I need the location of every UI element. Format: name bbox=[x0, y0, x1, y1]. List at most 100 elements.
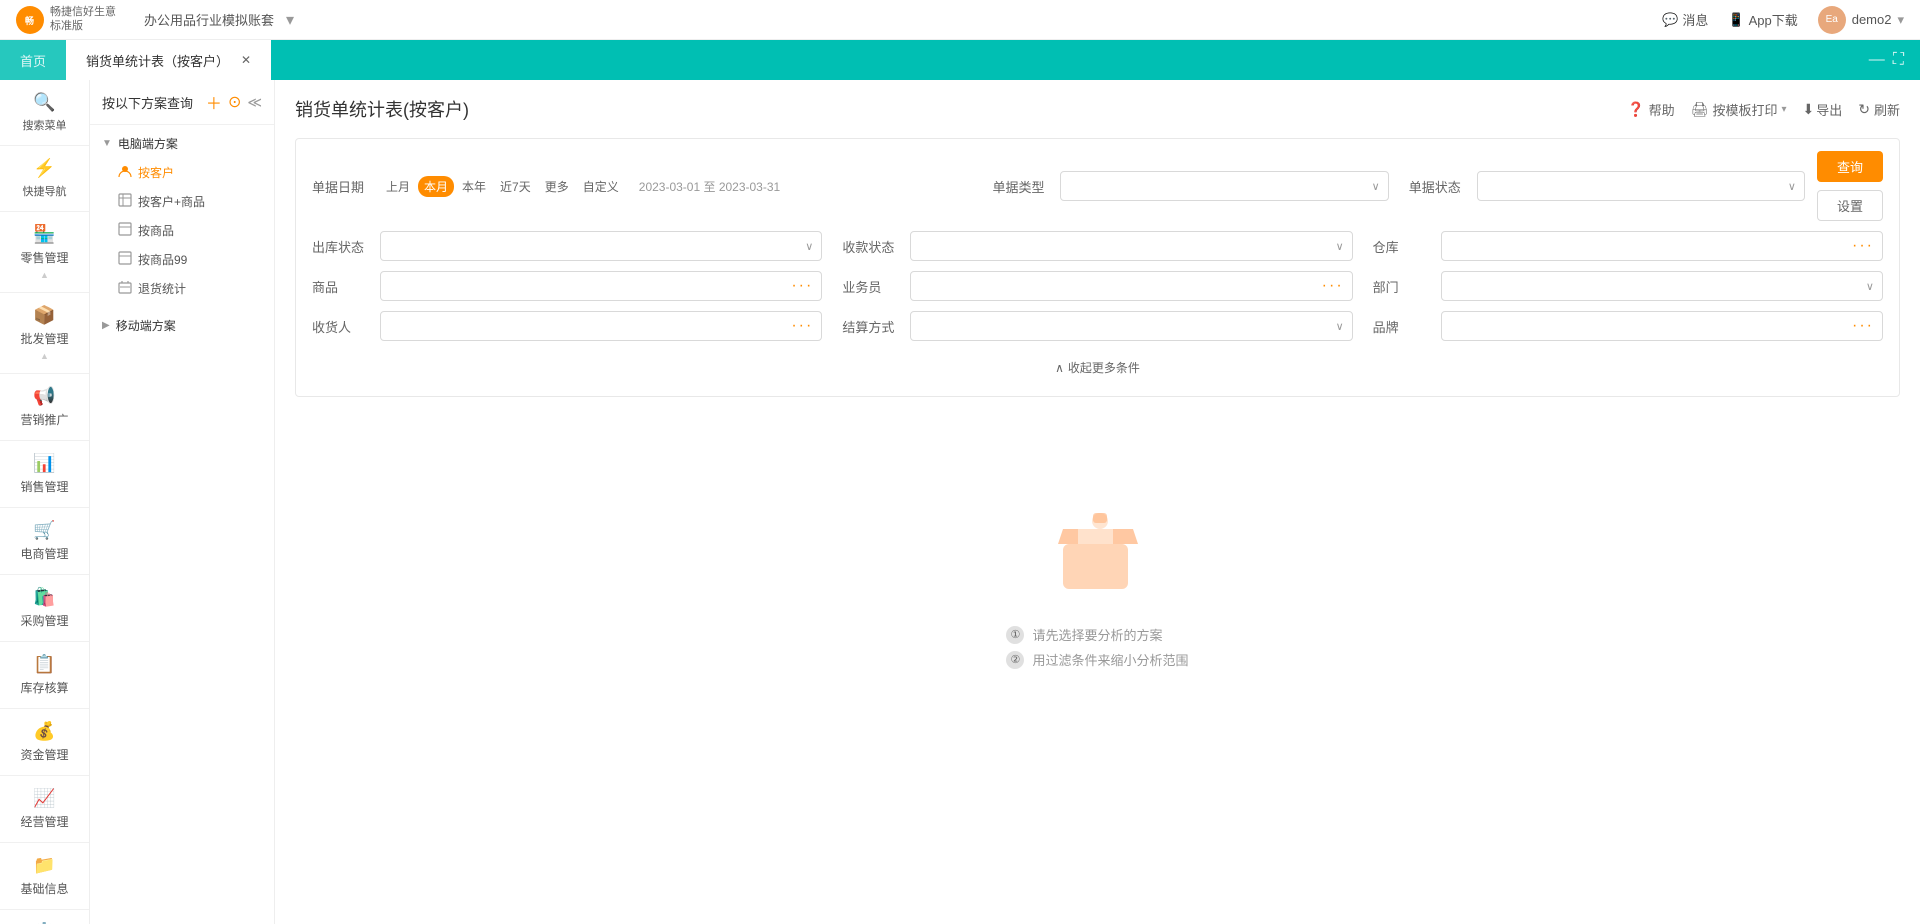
message-button[interactable]: 💬 消息 bbox=[1662, 10, 1708, 29]
marketing-label: 营销推广 bbox=[20, 411, 68, 428]
sidebar-item-operations[interactable]: 📈 经营管理 bbox=[0, 776, 89, 843]
date-tab-more[interactable]: 更多 bbox=[539, 176, 575, 197]
quick-nav-icon: ⚡ bbox=[33, 158, 55, 179]
tab-home[interactable]: 首页 bbox=[0, 40, 66, 80]
sidebar-item-search-menu[interactable]: 🔍 搜索菜单 bbox=[0, 80, 89, 146]
scheme-mobile-title[interactable]: ▶ 移动端方案 bbox=[90, 311, 274, 340]
doc-type-input[interactable]: ∨ bbox=[1060, 171, 1388, 201]
help-button[interactable]: ❓ 帮助 bbox=[1627, 100, 1674, 119]
tab-expand: — ⛶ bbox=[1869, 51, 1920, 69]
sidebar-item-retail[interactable]: 🏪 零售管理 ▲ bbox=[0, 212, 89, 293]
home-tab-label: 首页 bbox=[20, 51, 46, 70]
scheme-item-by-goods[interactable]: 按商品 bbox=[90, 216, 274, 245]
sidebar-item-marketing[interactable]: 📢 营销推广 bbox=[0, 374, 89, 441]
doc-status-input[interactable]: ∨ bbox=[1477, 171, 1805, 201]
filter-doc-type: 单据类型 ∨ bbox=[992, 171, 1388, 201]
scheme-collapse-button[interactable]: ≪ bbox=[247, 94, 262, 111]
top-header: 畅 畅捷信好生意 标准版 办公用品行业模拟账套 ▾ 💬 消息 📱 App下载 E… bbox=[0, 0, 1920, 40]
filter-goods: 商品 ··· bbox=[312, 271, 822, 301]
avatar: Ea bbox=[1818, 6, 1846, 34]
header-right: 💬 消息 📱 App下载 Ea demo2 ▾ bbox=[1662, 6, 1904, 34]
scheme-add-button[interactable]: ＋ bbox=[206, 90, 222, 114]
date-tab-this-year[interactable]: 本年 bbox=[456, 176, 492, 197]
tab-minimize-button[interactable]: — bbox=[1869, 51, 1885, 69]
app-download-button[interactable]: 📱 App下载 bbox=[1728, 10, 1797, 29]
system-title: 办公用品行业模拟账套 bbox=[144, 10, 274, 29]
by-customer-goods-label: 按客户+商品 bbox=[138, 193, 205, 210]
recipient-input[interactable]: ··· bbox=[380, 311, 822, 341]
out-status-arrow: ∨ bbox=[805, 240, 813, 253]
export-button[interactable]: ⬇ 导出 bbox=[1803, 100, 1843, 119]
warehouse-input[interactable]: ··· bbox=[1441, 231, 1883, 261]
out-status-input[interactable]: ∨ bbox=[380, 231, 822, 261]
finance-label: 资金管理 bbox=[20, 746, 68, 763]
sidebar-item-purchase[interactable]: 🛍️ 采购管理 bbox=[0, 575, 89, 642]
tab-expand-button[interactable]: ⛶ bbox=[1893, 51, 1904, 69]
scheme-header-buttons: ＋ ⊙ ≪ bbox=[206, 90, 262, 114]
tab-close-button[interactable]: ✕ bbox=[241, 53, 251, 67]
wholesale-arrow: ▲ bbox=[40, 351, 49, 361]
filter-doc-status: 单据状态 ∨ bbox=[1409, 171, 1805, 201]
scheme-group-mobile: ▶ 移动端方案 bbox=[90, 307, 274, 344]
date-tab-last-month[interactable]: 上月 bbox=[380, 176, 416, 197]
empty-state: ① 请先选择要分析的方案 ② 用过滤条件来缩小分析范围 bbox=[295, 409, 1900, 755]
salesperson-input[interactable]: ··· bbox=[910, 271, 1352, 301]
salesperson-dots: ··· bbox=[1322, 277, 1344, 295]
department-input[interactable]: ∨ bbox=[1441, 271, 1883, 301]
page-title: 销货单统计表(按客户) bbox=[295, 96, 469, 122]
sidebar-item-basic-info[interactable]: 📁 基础信息 bbox=[0, 843, 89, 910]
scheme-item-by-customer[interactable]: 按客户 bbox=[90, 158, 274, 187]
filter-receipt-status: 收款状态 ∨ bbox=[842, 231, 1352, 261]
scheme-item-return-stat[interactable]: 退货统计 bbox=[90, 274, 274, 303]
receipt-status-input[interactable]: ∨ bbox=[910, 231, 1352, 261]
system-title-dropdown[interactable]: ▾ bbox=[286, 10, 294, 30]
settings-button[interactable]: 设置 bbox=[1817, 190, 1883, 221]
sidebar-item-sales[interactable]: 📊 销售管理 bbox=[0, 441, 89, 508]
scheme-desktop-title[interactable]: ▼ 电脑端方案 bbox=[90, 129, 274, 158]
ecommerce-icon: 🛒 bbox=[33, 520, 55, 541]
warehouse-label: 仓库 bbox=[1373, 237, 1433, 256]
scheme-item-by-customer-goods[interactable]: 按客户+商品 bbox=[90, 187, 274, 216]
scheme-item-by-goods-99[interactable]: 按商品99 bbox=[90, 245, 274, 274]
refresh-button[interactable]: ↻ 刷新 bbox=[1858, 100, 1900, 119]
tab-sales-stat[interactable]: 销货单统计表（按客户） ✕ bbox=[66, 40, 271, 80]
page-container: 销货单统计表(按客户) ❓ 帮助 🖨 按模板打印 ▾ ⬇ 导出 bbox=[275, 80, 1920, 924]
query-button[interactable]: 查询 bbox=[1817, 151, 1883, 182]
goods-input[interactable]: ··· bbox=[380, 271, 822, 301]
sidebar-item-ecommerce[interactable]: 🛒 电商管理 bbox=[0, 508, 89, 575]
by-customer-icon bbox=[118, 164, 132, 181]
refresh-label: 刷新 bbox=[1874, 100, 1900, 119]
sales-label: 销售管理 bbox=[20, 478, 68, 495]
action-buttons: 查询 设置 bbox=[1817, 151, 1883, 221]
marketing-icon: 📢 bbox=[33, 386, 55, 407]
user-avatar[interactable]: Ea demo2 ▾ bbox=[1818, 6, 1904, 34]
date-tab-7days[interactable]: 近7天 bbox=[494, 176, 537, 197]
collapse-label: 收起更多条件 bbox=[1068, 359, 1140, 376]
sidebar-item-quick-nav[interactable]: ⚡ 快捷导航 bbox=[0, 146, 89, 212]
sidebar-item-sys-mgmt[interactable]: ⚙️ 系统管理 bbox=[0, 910, 89, 924]
filter-department: 部门 ∨ bbox=[1373, 271, 1883, 301]
empty-icon bbox=[1038, 489, 1158, 609]
settlement-input[interactable]: ∨ bbox=[910, 311, 1352, 341]
by-goods-icon bbox=[118, 222, 132, 239]
date-tab-custom[interactable]: 自定义 bbox=[577, 176, 625, 197]
filter-brand: 品牌 ··· bbox=[1373, 311, 1883, 341]
filter-recipient: 收货人 ··· bbox=[312, 311, 822, 341]
logo-area: 畅 畅捷信好生意 标准版 bbox=[16, 6, 116, 34]
sidebar-item-finance[interactable]: 💰 资金管理 bbox=[0, 709, 89, 776]
empty-hints: ① 请先选择要分析的方案 ② 用过滤条件来缩小分析范围 bbox=[1006, 625, 1188, 675]
retail-arrow: ▲ bbox=[40, 270, 49, 280]
sidebar-item-inventory[interactable]: 📋 库存核算 bbox=[0, 642, 89, 709]
sidebar-item-wholesale[interactable]: 📦 批发管理 ▲ bbox=[0, 293, 89, 374]
print-button[interactable]: 🖨 按模板打印 ▾ bbox=[1691, 100, 1787, 119]
department-arrow: ∨ bbox=[1866, 280, 1874, 293]
salesperson-label: 业务员 bbox=[842, 277, 902, 296]
recipient-label: 收货人 bbox=[312, 317, 372, 336]
scheme-settings-button[interactable]: ⊙ bbox=[228, 92, 241, 112]
brand-input[interactable]: ··· bbox=[1441, 311, 1883, 341]
by-goods-99-icon bbox=[118, 251, 132, 268]
date-tab-this-month[interactable]: 本月 bbox=[418, 176, 454, 197]
hint-num-2: ② bbox=[1006, 651, 1024, 669]
collapse-more-button[interactable]: ∧ 收起更多条件 bbox=[312, 351, 1883, 384]
scheme-header-title: 按以下方案查询 bbox=[102, 93, 193, 112]
